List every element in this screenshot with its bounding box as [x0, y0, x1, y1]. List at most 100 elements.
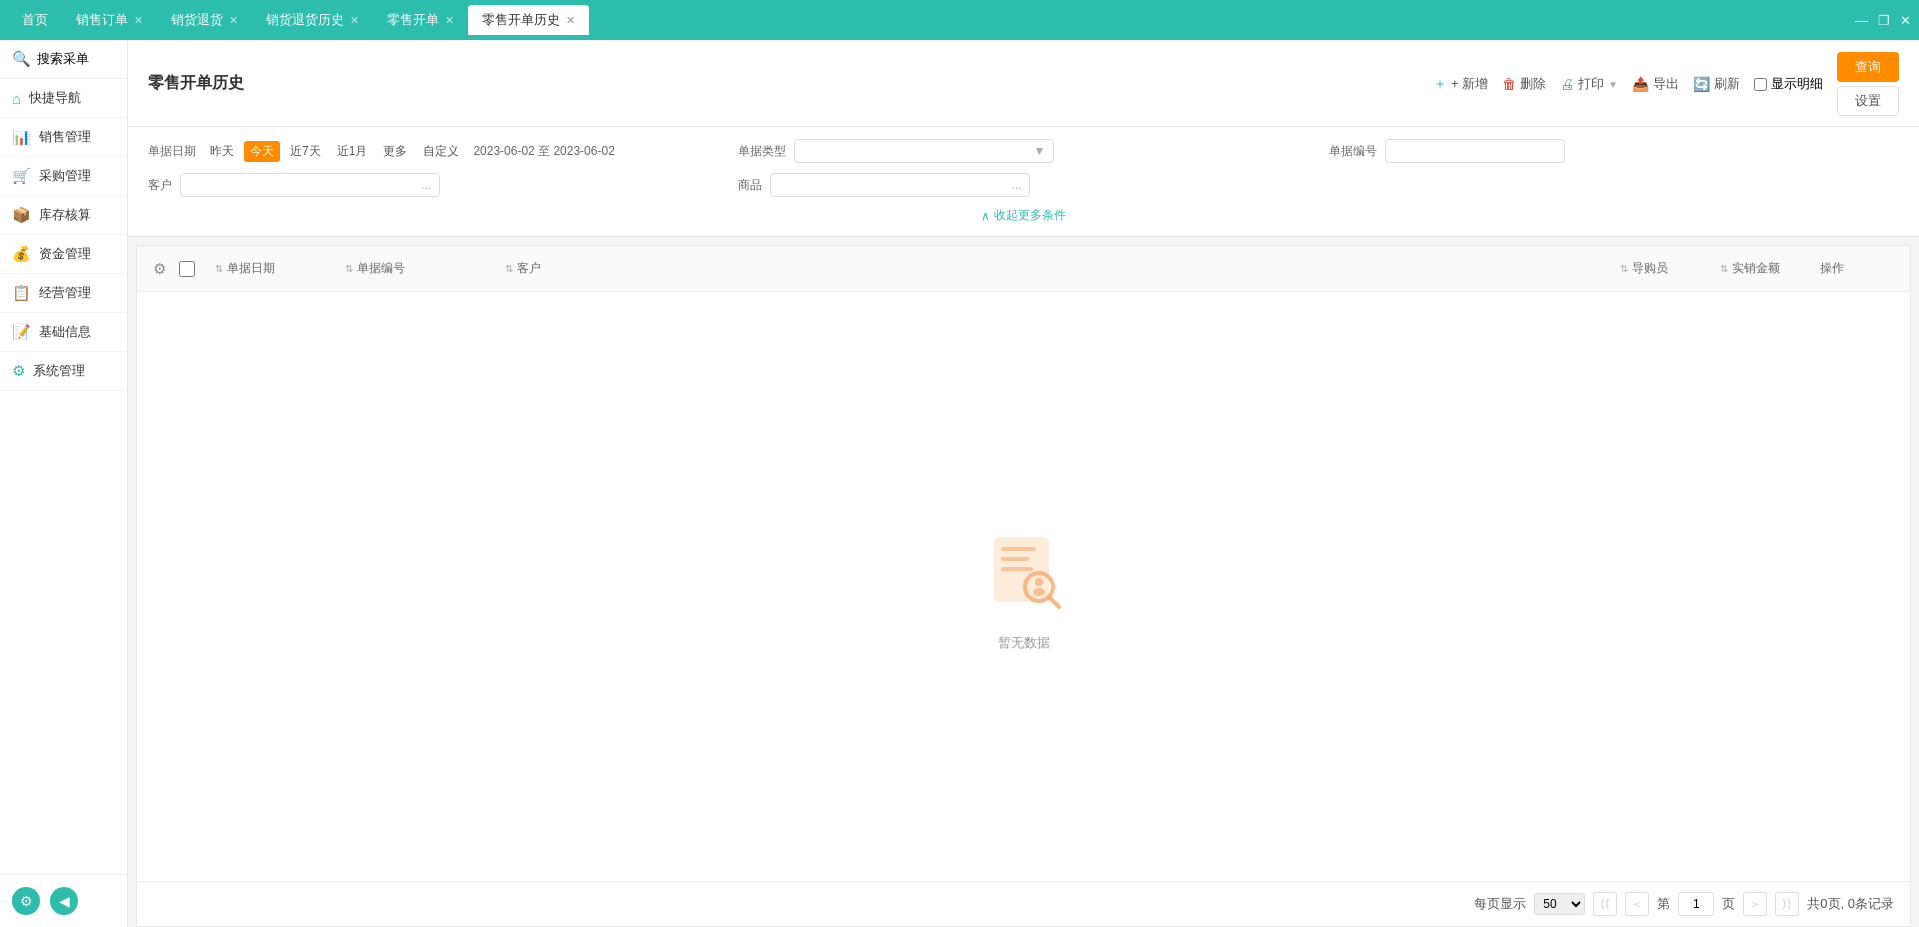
date-btn-custom[interactable]: 自定义: [417, 141, 465, 162]
sidebar-bottom: ⚙ ◀: [0, 874, 127, 927]
per-page-label: 每页显示: [1474, 895, 1526, 913]
page-last-btn[interactable]: ⟩⟩: [1775, 892, 1799, 916]
empty-state: 暂无数据: [137, 292, 1910, 881]
empty-icon: [974, 522, 1074, 622]
pagination: 每页显示 50 100 200 ⟨⟨ ＜ 第 页 ＞ ⟩⟩ 共0页, 0条记录: [137, 881, 1910, 926]
sidebar-item-inventory[interactable]: 📦 库存核算: [0, 196, 127, 235]
setting-button[interactable]: 设置: [1837, 86, 1899, 116]
table-toolbar: ⚙ ⇅ 单据日期 ⇅ 单据编号 ⇅ 客户: [137, 246, 1910, 292]
close-btn[interactable]: ✕: [1900, 13, 1911, 28]
collapse-btn[interactable]: ∧ 收起更多条件: [148, 207, 1899, 224]
per-page-select[interactable]: 50 100 200: [1534, 893, 1585, 915]
sidebar-item-basic-info[interactable]: 📝 基础信息: [0, 313, 127, 352]
date-range: 2023-06-02 至 2023-06-02: [473, 143, 614, 160]
svg-rect-2: [1001, 557, 1029, 561]
tab-sales-order[interactable]: 销售订单 ✕: [62, 5, 157, 35]
select-all-checkbox[interactable]: [179, 261, 195, 277]
filter-goods: 商品 ...: [738, 173, 1308, 197]
tab-retail-history-close[interactable]: ✕: [566, 14, 575, 27]
query-button[interactable]: 查询: [1837, 52, 1899, 82]
tab-sales-return-history[interactable]: 销货退货历史 ✕: [252, 5, 373, 35]
delete-button[interactable]: 🗑 删除: [1502, 75, 1546, 93]
print-dropdown-icon[interactable]: ▼: [1608, 79, 1618, 90]
sales-mgmt-icon: 📊: [12, 128, 31, 146]
page-prev-btn[interactable]: ＜: [1625, 892, 1649, 916]
sidebar-quick-nav-label: 快捷导航: [29, 89, 81, 107]
add-button[interactable]: ＋ + 新增: [1433, 75, 1488, 93]
tab-retail-open-label: 零售开单: [387, 11, 439, 29]
collapse-label: 收起更多条件: [994, 207, 1066, 224]
export-button[interactable]: 📤 导出: [1632, 75, 1679, 93]
tab-home[interactable]: 首页: [8, 5, 62, 35]
doc-num-input[interactable]: [1385, 139, 1565, 163]
page-suffix: 页: [1722, 895, 1735, 913]
th-guide: ⇅ 导购员: [1610, 252, 1710, 285]
page-first-btn[interactable]: ⟨⟨: [1593, 892, 1617, 916]
filter-row-2: 客户 ... 商品 ...: [148, 173, 1899, 197]
sidebar-search[interactable]: 🔍 搜索采单: [0, 40, 127, 79]
tab-retail-open-close[interactable]: ✕: [445, 14, 454, 27]
sidebar-item-quick-nav[interactable]: ⌂ 快捷导航: [0, 79, 127, 118]
purchase-mgmt-icon: 🛒: [12, 167, 31, 185]
basic-info-icon: 📝: [12, 323, 31, 341]
filter-date: 单据日期 昨天 今天 近7天 近1月 更多 自定义 2023-06-02 至 2…: [148, 141, 718, 162]
svg-line-5: [1049, 597, 1059, 607]
print-button[interactable]: 🖨 打印 ▼: [1560, 75, 1618, 93]
filter-doc-type: 单据类型 ▼: [738, 139, 1308, 163]
minimize-btn[interactable]: —: [1855, 13, 1868, 28]
finance-icon: 💰: [12, 245, 31, 263]
sort-docnum-icon[interactable]: ⇅: [345, 263, 353, 274]
tab-sales-return-history-label: 销货退货历史: [266, 11, 344, 29]
sidebar-item-purchase-mgmt[interactable]: 🛒 采购管理: [0, 157, 127, 196]
doc-type-label: 单据类型: [738, 143, 786, 160]
date-btn-1month[interactable]: 近1月: [331, 141, 374, 162]
doc-type-select[interactable]: ▼: [794, 139, 1054, 163]
page-input[interactable]: [1678, 892, 1714, 916]
top-tabbar: 首页 销售订单 ✕ 销货退货 ✕ 销货退货历史 ✕ 零售开单 ✕ 零售开单历史 …: [0, 0, 1919, 40]
date-label: 单据日期: [148, 143, 196, 160]
display-detail-checkbox[interactable]: [1754, 78, 1767, 91]
search-icon: 🔍: [12, 50, 31, 68]
restore-btn[interactable]: ❐: [1878, 13, 1890, 28]
display-detail-toggle[interactable]: 显示明细: [1754, 75, 1823, 93]
sidebar-item-sales-mgmt[interactable]: 📊 销售管理: [0, 118, 127, 157]
tab-retail-history[interactable]: 零售开单历史 ✕: [468, 5, 589, 35]
date-btn-yesterday[interactable]: 昨天: [204, 141, 240, 162]
date-btn-today[interactable]: 今天: [244, 141, 280, 162]
sort-amount-icon[interactable]: ⇅: [1720, 263, 1728, 274]
tab-sales-order-close[interactable]: ✕: [134, 14, 143, 27]
page-title: 零售开单历史: [148, 73, 244, 106]
table-area: ⚙ ⇅ 单据日期 ⇅ 单据编号 ⇅ 客户: [136, 245, 1911, 927]
sidebar-item-sys-mgmt[interactable]: ⚙ 系统管理: [0, 352, 127, 391]
delete-icon: 🗑: [1502, 76, 1516, 92]
sidebar-item-ops-mgmt[interactable]: 📋 经营管理: [0, 274, 127, 313]
tab-sales-return-history-close[interactable]: ✕: [350, 14, 359, 27]
date-btn-7days[interactable]: 近7天: [284, 141, 327, 162]
refresh-button[interactable]: 🔄 刷新: [1693, 75, 1740, 93]
th-amount: ⇅ 实销金额: [1710, 252, 1810, 285]
table-settings-icon[interactable]: ⚙: [147, 257, 171, 281]
tab-sales-order-label: 销售订单: [76, 11, 128, 29]
tab-retail-open[interactable]: 零售开单 ✕: [373, 5, 468, 35]
table-header: ⇅ 单据日期 ⇅ 单据编号 ⇅ 客户 ⇅ 导购员: [195, 252, 1900, 285]
sort-customer-icon[interactable]: ⇅: [505, 263, 513, 274]
sort-date-icon[interactable]: ⇅: [215, 263, 223, 274]
page-next-btn[interactable]: ＞: [1743, 892, 1767, 916]
sidebar-collapse-btn[interactable]: ◀: [50, 887, 78, 915]
collapse-chevron-icon: ∧: [981, 209, 990, 223]
goods-input[interactable]: ...: [770, 173, 1030, 197]
refresh-icon: 🔄: [1693, 76, 1710, 92]
sidebar-settings-btn[interactable]: ⚙: [12, 887, 40, 915]
customer-input[interactable]: ...: [180, 173, 440, 197]
tab-sales-return-close[interactable]: ✕: [229, 14, 238, 27]
date-btn-more[interactable]: 更多: [377, 141, 413, 162]
toolbar: ＋ + 新增 🗑 删除 🖨 打印 ▼ 📤 导出 🔄: [1433, 52, 1899, 126]
tab-sales-return[interactable]: 销货退货 ✕: [157, 5, 252, 35]
sidebar-inventory-label: 库存核算: [39, 206, 91, 224]
sys-mgmt-icon: ⚙: [12, 362, 25, 380]
sidebar-item-finance[interactable]: 💰 资金管理: [0, 235, 127, 274]
th-date: ⇅ 单据日期: [205, 252, 335, 285]
customer-ellipsis: ...: [421, 178, 431, 192]
page-header: 零售开单历史 ＋ + 新增 🗑 删除 🖨 打印 ▼ 📤 导出: [128, 40, 1919, 127]
sort-guide-icon[interactable]: ⇅: [1620, 263, 1628, 274]
